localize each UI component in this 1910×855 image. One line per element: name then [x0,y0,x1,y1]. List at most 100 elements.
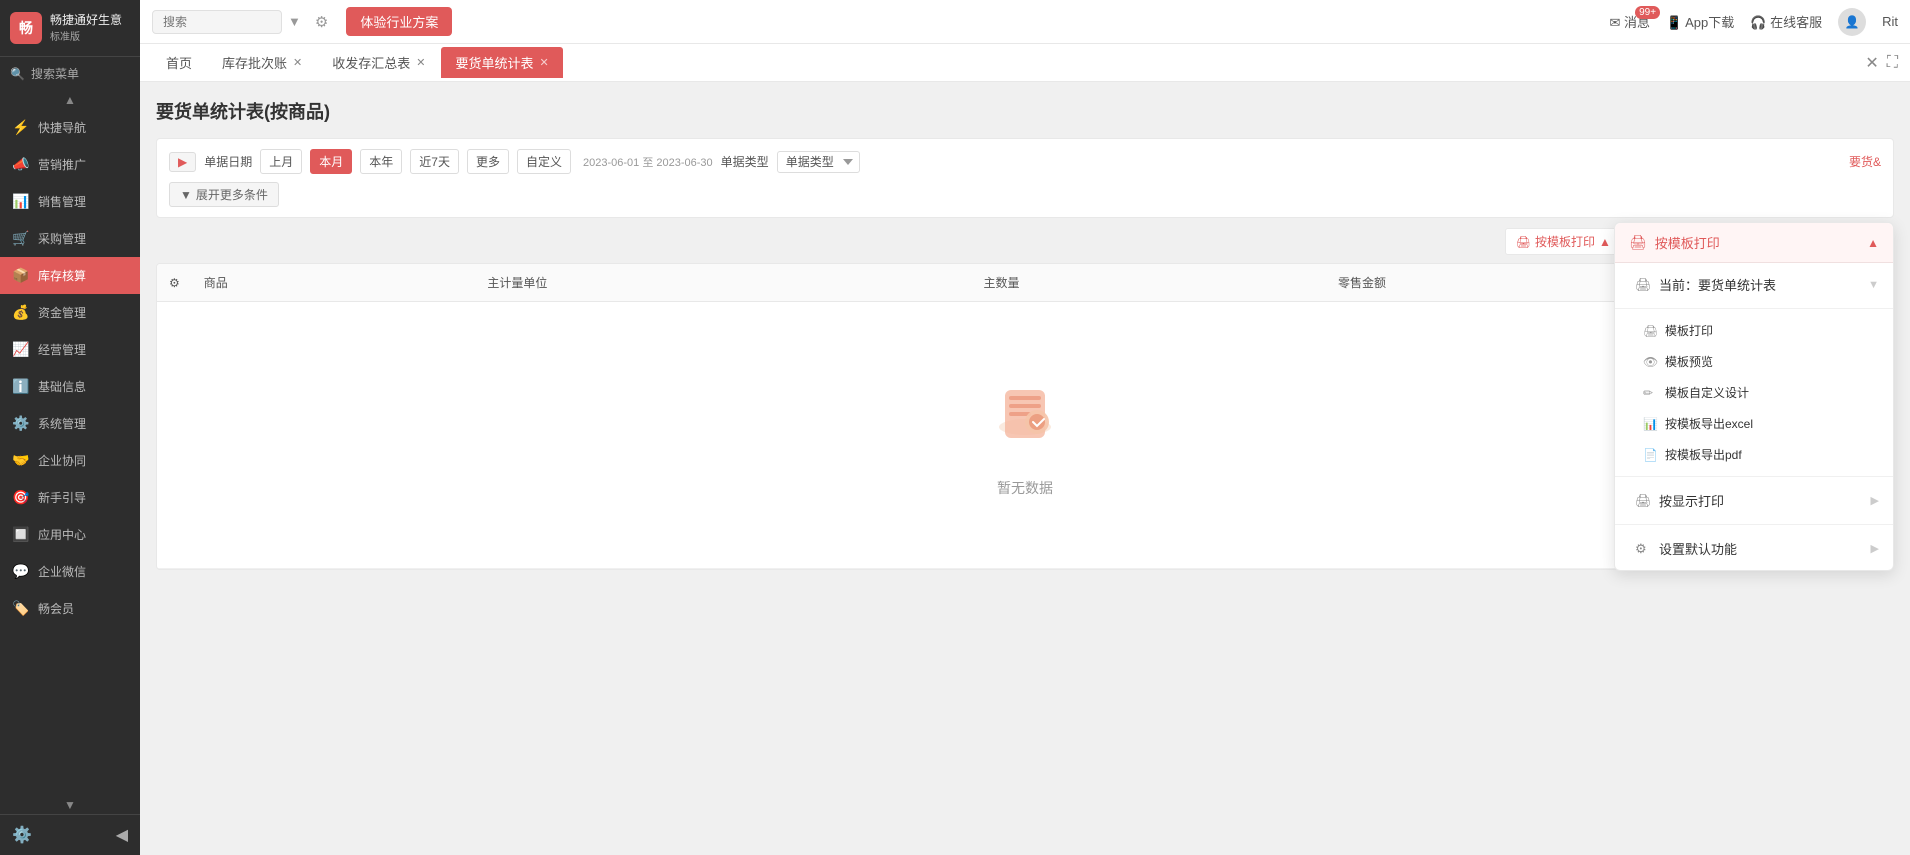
filter-bar: ▶ 单据日期 上月 本月 本年 近7天 更多 自定义 2023-06-01 至 … [156,138,1894,218]
topbar-dropdown-arrow[interactable]: ▼ [288,14,301,29]
sidebar-item-xiaoshou[interactable]: 📊 销售管理 [0,183,140,220]
app-center-icon: 🔲 [12,526,30,543]
sidebar-scroll-down[interactable]: ▼ [0,795,140,814]
finance-icon: 💰 [12,304,30,321]
dropdown-divider-2 [1615,476,1893,477]
date-btn-thisyear[interactable]: 本年 [360,149,402,174]
dropdown-item-template-preview[interactable]: 👁 模板预览 [1615,346,1893,377]
template-pdf-icon: 📄 [1643,448,1657,462]
window-maximize-icon[interactable]: ⛶ [1887,54,1898,72]
window-controls: ✕ ⛶ [1865,53,1898,73]
tab-close-yaohuodantongji[interactable]: ✕ [540,56,549,69]
tab-home[interactable]: 首页 [152,47,206,78]
collapse-icon[interactable]: ◀ [116,825,128,845]
window-close-icon[interactable]: ✕ [1865,53,1878,73]
date-btn-more[interactable]: 更多 [467,149,509,174]
sidebar-scroll-up[interactable]: ▲ [0,90,140,109]
logo-text: 畅捷通好生意 标准版 [50,13,122,44]
dropdown-display-print[interactable]: 🖨 按显示打印 ▶ [1615,483,1893,518]
expand-conditions-button[interactable]: ▼ 展开更多条件 [169,182,279,207]
dropdown-item-template-excel[interactable]: 📊 按模板导出excel [1615,408,1893,439]
dropdown-header[interactable]: 🖨 按模板打印 ▲ [1615,223,1893,263]
yaohuodanlabel: 要货& [1849,153,1881,170]
type-select[interactable]: 单据类型 [777,151,860,173]
exp-industry-button[interactable]: 体验行业方案 [346,7,452,36]
online-service-link[interactable]: 🎧 在线客服 [1750,12,1822,31]
print-chevron-up-icon: ▲ [1599,235,1611,249]
tab-home-label: 首页 [166,53,192,72]
system-icon: ⚙️ [12,415,30,432]
inventory-icon: 📦 [12,267,30,284]
headset-icon: 🎧 [1750,15,1766,30]
sidebar-item-kucun[interactable]: 📦 库存核算 [0,257,140,294]
dropdown-set-default[interactable]: ⚙ 设置默认功能 ▶ [1615,531,1893,566]
set-default-icon: ⚙ [1635,541,1651,557]
type-label: 单据类型 [721,153,769,170]
display-print-arrow: ▶ [1871,494,1879,507]
dropdown-section-default: ⚙ 设置默认功能 ▶ [1615,527,1893,570]
dropdown-print-icon: 🖨 [1629,234,1647,251]
table-col-product: 商品 [192,264,476,302]
topbar: ▼ ⚙ 体验行业方案 ✉ 消息 99+ 📱 App下载 🎧 在线客服 👤 Rit [140,0,1910,44]
date-btn-custom[interactable]: 自定义 [517,149,571,174]
username-label[interactable]: Rit [1882,14,1898,29]
sidebar-item-zijin[interactable]: 💰 资金管理 [0,294,140,331]
topbar-gear-icon[interactable]: ⚙ [315,13,328,31]
sidebar-item-xinshou[interactable]: 🎯 新手引导 [0,479,140,516]
topbar-right: ✉ 消息 99+ 📱 App下载 🎧 在线客服 👤 Rit [1610,8,1899,36]
filter-row: ▶ 单据日期 上月 本月 本年 近7天 更多 自定义 2023-06-01 至 … [169,149,1881,174]
message-icon: ✉ [1610,15,1621,30]
date-btn-lastmonth[interactable]: 上月 [260,149,302,174]
dropdown-chevron-icon: ▲ [1867,236,1879,250]
base-info-icon: ℹ️ [12,378,30,395]
user-avatar[interactable]: 👤 [1838,8,1866,36]
topbar-message[interactable]: ✉ 消息 99+ [1610,12,1651,31]
sidebar-item-jichu[interactable]: ℹ️ 基础信息 [0,368,140,405]
sidebar-item-qiye[interactable]: 🤝 企业协同 [0,442,140,479]
topbar-search-input[interactable] [152,10,282,34]
dropdown-item-template-pdf[interactable]: 📄 按模板导出pdf [1615,439,1893,470]
sidebar-item-kuaijie[interactable]: ⚡ 快捷导航 [0,109,140,146]
tab-kucun-pipici-label: 库存批次账 [222,53,287,72]
sidebar-item-jingying[interactable]: 📈 经营管理 [0,331,140,368]
tab-kucun-pipici[interactable]: 库存批次账 ✕ [208,47,316,78]
tab-shoufahuizong[interactable]: 收发存汇总表 ✕ [318,47,439,78]
sidebar-item-caigou[interactable]: 🛒 采购管理 [0,220,140,257]
sidebar-item-yingyong[interactable]: 🔲 应用中心 [0,516,140,553]
settings-icon[interactable]: ⚙️ [12,825,32,845]
tab-yaohuodantongji-label: 要货单统计表 [455,53,533,72]
guide-icon: 🎯 [12,489,30,506]
tab-close-kucun-pipici[interactable]: ✕ [293,56,302,69]
table-col-settings: ⚙ [157,264,192,302]
sidebar-search[interactable]: 🔍 搜索菜单 [0,57,140,90]
tab-shoufahuizong-label: 收发存汇总表 [332,53,410,72]
sidebar-item-changhui[interactable]: 🏷️ 畅会员 [0,590,140,627]
empty-illustration [985,372,1065,452]
app-download-link[interactable]: 📱 App下载 [1666,12,1734,31]
current-template-icon: 🖨 [1635,277,1651,293]
sidebar-item-yingxiao[interactable]: 📣 营销推广 [0,146,140,183]
sidebar-bottom: ⚙️ ◀ [0,814,140,855]
dropdown-item-template-custom[interactable]: ✏ 模板自定义设计 [1615,377,1893,408]
operation-icon: 📈 [12,341,30,358]
sidebar-nav: ⚡ 快捷导航 📣 营销推广 📊 销售管理 🛒 采购管理 📦 库存核算 💰 资金管… [0,109,140,795]
template-custom-icon: ✏ [1643,386,1657,400]
sidebar-item-qiye-weixin[interactable]: 💬 企业微信 [0,553,140,590]
dropdown-current-item[interactable]: 🖨 当前：要货单统计表 ▼ [1615,267,1893,302]
print-button[interactable]: 🖨 按模板打印 ▲ [1505,228,1622,255]
date-btn-curmonth[interactable]: 本月 [310,149,352,174]
filter-toggle-button[interactable]: ▶ [169,152,196,172]
sales-icon: 📊 [12,193,30,210]
sidebar-item-xitong[interactable]: ⚙️ 系统管理 [0,405,140,442]
avatar-icon: 👤 [1845,15,1860,29]
dropdown-section-current: 🖨 当前：要货单统计表 ▼ [1615,263,1893,306]
quick-nav-icon: ⚡ [12,119,30,136]
tab-yaohuodantongji[interactable]: 要货单统计表 ✕ [441,47,562,78]
dropdown-section-items: 🖨 模板打印 👁 模板预览 ✏ 模板自定义设计 📊 按模板导出excel 📄 [1615,311,1893,474]
print-dropdown-menu: 🖨 按模板打印 ▲ 🖨 当前：要货单统计表 ▼ 🖨 模板打 [1614,222,1894,571]
type-select-wrapper: 单据类型 [777,151,860,173]
date-btn-last7[interactable]: 近7天 [410,149,459,174]
tab-close-shoufahuizong[interactable]: ✕ [416,56,425,69]
empty-icon [985,372,1065,466]
dropdown-item-template-print[interactable]: 🖨 模板打印 [1615,315,1893,346]
